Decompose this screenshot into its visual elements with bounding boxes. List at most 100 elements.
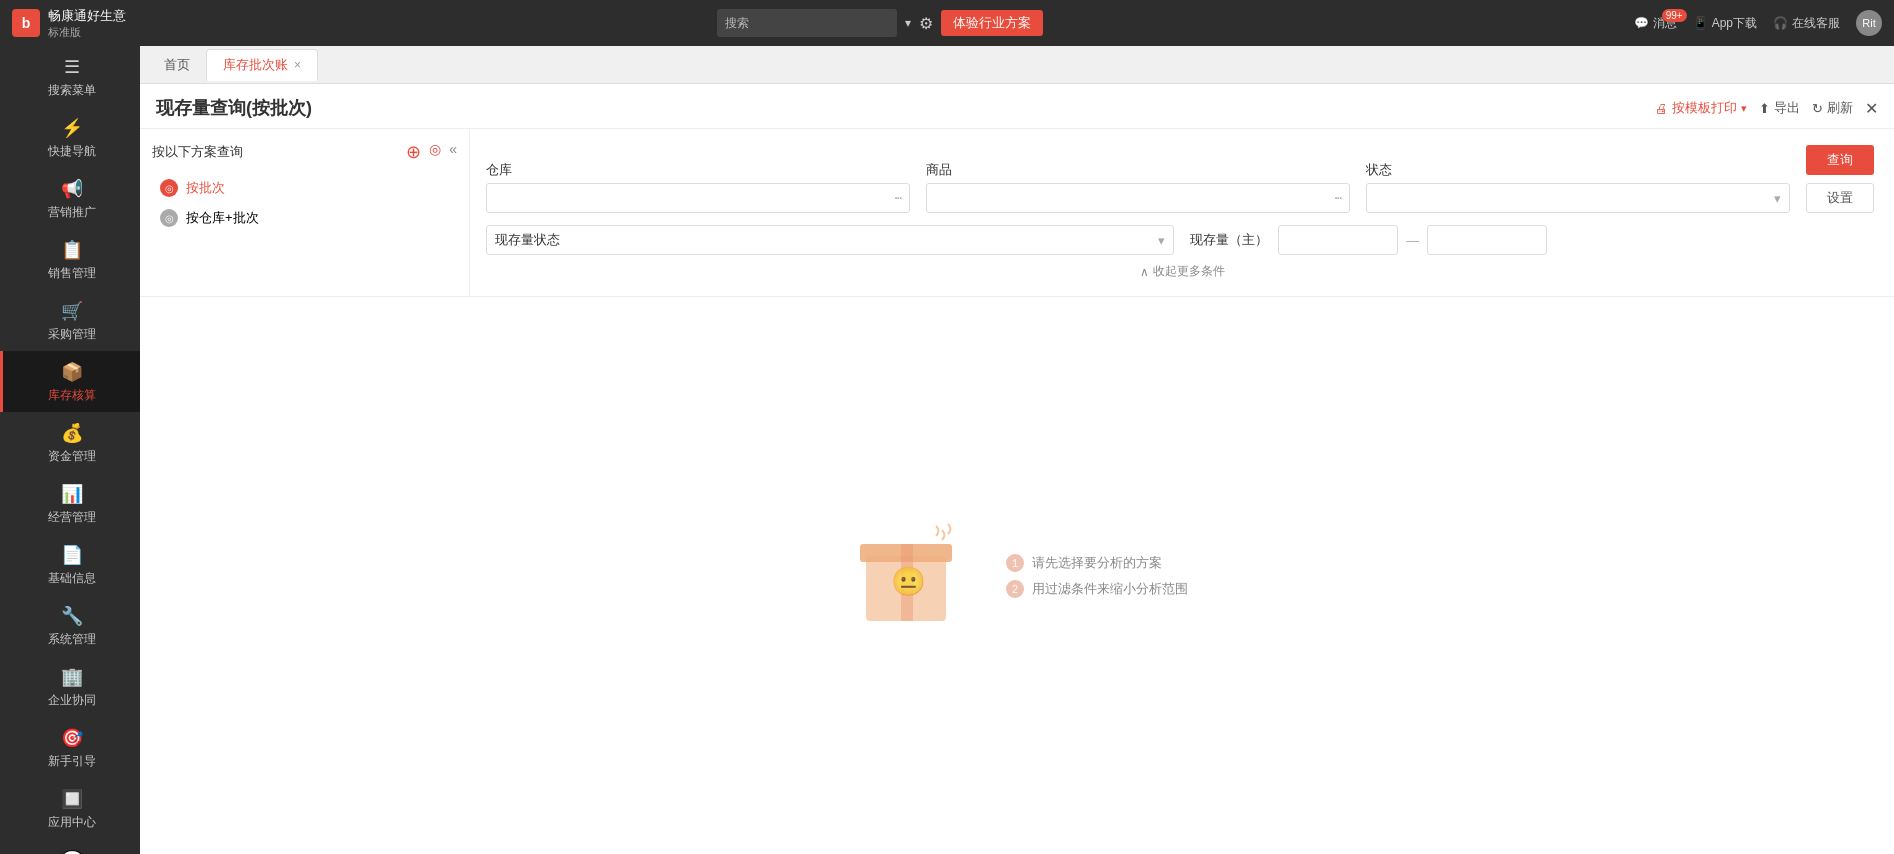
- sidebar-item-system[interactable]: 🔧 系统管理: [0, 595, 140, 656]
- basic-icon: 📄: [61, 544, 83, 566]
- stock-status-arrow: ▾: [1158, 233, 1165, 248]
- dropdown-icon[interactable]: ▾: [905, 16, 911, 30]
- purchase-icon: 🛒: [61, 300, 83, 322]
- finance-icon: 💰: [61, 422, 83, 444]
- sidebar-item-apps[interactable]: 🔲 应用中心: [0, 778, 140, 839]
- marketing-icon: 📢: [61, 178, 83, 200]
- empty-illustration: 😐: [846, 516, 966, 636]
- quick-nav-icon: ⚡: [61, 117, 83, 139]
- app-logo: b: [12, 9, 40, 37]
- filter-buttons: 查询 设置: [1806, 145, 1878, 213]
- status-dropdown-icon: ▾: [1774, 191, 1781, 206]
- page-title: 现存量查询(按批次): [156, 96, 312, 120]
- sidebar-item-finance[interactable]: 💰 资金管理: [0, 412, 140, 473]
- export-icon: ⬆: [1759, 101, 1770, 116]
- empty-text: 1 请先选择要分析的方案 2 用过滤条件来缩小分析范围: [1006, 554, 1188, 598]
- refresh-button[interactable]: ↻ 刷新: [1812, 99, 1853, 117]
- topbar-right: 💬 消息 99+ 📱 App下载 🎧 在线客服 Rit: [1634, 10, 1882, 36]
- sidebar-item-wechat[interactable]: 💬 企业微信: [0, 839, 140, 854]
- service-button[interactable]: 🎧 在线客服: [1773, 15, 1840, 32]
- tab-bar: 首页 库存批次账 ×: [140, 46, 1894, 84]
- page-header: 现存量查询(按批次) 🖨 按模板打印 ▾ ⬆ 导出 ↻ 刷新: [140, 84, 1894, 129]
- main-layout: ☰ 搜索菜单 ⚡ 快捷导航 📢 营销推广 📋 销售管理 🛒 采购管理 📦 库存核…: [0, 46, 1894, 854]
- filter-collapse-icon[interactable]: «: [449, 141, 457, 163]
- sidebar-item-inventory[interactable]: 📦 库存核算: [0, 351, 140, 412]
- empty-svg: 😐: [846, 516, 966, 636]
- search-menu-icon: ☰: [64, 56, 80, 78]
- sidebar-item-basic[interactable]: 📄 基础信息: [0, 534, 140, 595]
- gear-icon[interactable]: ⚙: [919, 14, 933, 33]
- export-button[interactable]: ⬆ 导出: [1759, 99, 1800, 117]
- stock-qty-dash: —: [1406, 233, 1419, 248]
- stock-qty-max-input[interactable]: [1427, 225, 1547, 255]
- stock-status-select[interactable]: 现存量状态 ▾: [486, 225, 1174, 255]
- sidebar-item-marketing[interactable]: 📢 营销推广: [0, 168, 140, 229]
- query-button[interactable]: 查询: [1806, 145, 1874, 175]
- stock-qty-row: 现存量（主） —: [1190, 225, 1878, 255]
- wechat-icon: 💬: [61, 849, 83, 854]
- topbar-center: 搜索 ▾ ⚙ 体验行业方案: [717, 9, 1043, 37]
- filter-add-icon[interactable]: ⊕: [406, 141, 421, 163]
- newuser-icon: 🎯: [61, 727, 83, 749]
- warehouse-field: 仓库 ···: [486, 161, 910, 213]
- sidebar-item-operations[interactable]: 📊 经营管理: [0, 473, 140, 534]
- sidebar: ☰ 搜索菜单 ⚡ 快捷导航 📢 营销推广 📋 销售管理 🛒 采购管理 📦 库存核…: [0, 46, 140, 854]
- print-dropdown-icon[interactable]: ▾: [1741, 102, 1747, 115]
- app-title: 畅康通好生意: [48, 7, 126, 25]
- topbar: b 畅康通好生意 标准版 搜索 ▾ ⚙ 体验行业方案 💬 消息 99+ 📱 Ap…: [0, 0, 1894, 46]
- headset-icon: 🎧: [1773, 16, 1788, 30]
- content-area: 现存量查询(按批次) 🖨 按模板打印 ▾ ⬆ 导出 ↻ 刷新: [140, 84, 1894, 854]
- print-button[interactable]: 🖨 按模板打印 ▾: [1655, 99, 1747, 117]
- status-select[interactable]: ▾: [1366, 183, 1790, 213]
- sidebar-item-sales[interactable]: 📋 销售管理: [0, 229, 140, 290]
- collapse-more-button[interactable]: ∧ 收起更多条件: [486, 263, 1878, 280]
- tab-home[interactable]: 首页: [148, 50, 206, 80]
- phone-icon: 📱: [1693, 16, 1708, 30]
- message-icon: 💬: [1634, 16, 1649, 30]
- inventory-icon: 📦: [61, 361, 83, 383]
- stock-qty-field: 现存量（主） —: [1190, 225, 1878, 255]
- tab-close-icon[interactable]: ×: [294, 58, 301, 72]
- user-avatar[interactable]: Rit: [1856, 10, 1882, 36]
- message-button[interactable]: 💬 消息 99+: [1634, 15, 1677, 32]
- search-bar[interactable]: 搜索: [717, 9, 897, 37]
- enterprise-icon: 🏢: [61, 666, 83, 688]
- filter-right: 仓库 ··· 商品 ···: [470, 129, 1894, 296]
- sidebar-item-search[interactable]: ☰ 搜索菜单: [0, 46, 140, 107]
- topbar-left: b 畅康通好生意 标准版: [12, 7, 126, 40]
- tab-batch-account[interactable]: 库存批次账 ×: [206, 49, 318, 81]
- filter-section: 按以下方案查询 ⊕ ◎ « ◎ 按批次 ◎ 按仓库+批次: [140, 129, 1894, 297]
- goods-input[interactable]: ···: [926, 183, 1350, 213]
- stock-status-field: 现存量状态 ▾: [486, 225, 1174, 255]
- status-field: 状态 ▾: [1366, 161, 1790, 213]
- page-actions: 🖨 按模板打印 ▾ ⬆ 导出 ↻ 刷新 ✕: [1655, 99, 1878, 118]
- close-button[interactable]: ✕: [1865, 99, 1878, 118]
- right-panel: 首页 库存批次账 × 现存量查询(按批次) 🖨 按模板打印 ▾ ⬆: [140, 46, 1894, 854]
- filter-option-warehouse-batch[interactable]: ◎ 按仓库+批次: [152, 203, 457, 233]
- empty-hint-1: 1 请先选择要分析的方案: [1006, 554, 1188, 572]
- sidebar-item-quick-nav[interactable]: ⚡ 快捷导航: [0, 107, 140, 168]
- filter-left-header: 按以下方案查询 ⊕ ◎ «: [152, 141, 457, 163]
- system-icon: 🔧: [61, 605, 83, 627]
- sidebar-item-purchase[interactable]: 🛒 采购管理: [0, 290, 140, 351]
- filter-option-batch-icon: ◎: [160, 179, 178, 197]
- app-download-button[interactable]: 📱 App下载: [1693, 15, 1757, 32]
- industry-button[interactable]: 体验行业方案: [941, 10, 1043, 36]
- filter-left-actions: ⊕ ◎ «: [406, 141, 457, 163]
- stock-qty-min-input[interactable]: [1278, 225, 1398, 255]
- warehouse-input[interactable]: ···: [486, 183, 910, 213]
- empty-hint-2: 2 用过滤条件来缩小分析范围: [1006, 580, 1188, 598]
- settings-button[interactable]: 设置: [1806, 183, 1874, 213]
- filter-option-batch[interactable]: ◎ 按批次: [152, 173, 457, 203]
- filter-settings-icon[interactable]: ◎: [429, 141, 441, 163]
- filter-row-1: 仓库 ··· 商品 ···: [486, 145, 1878, 213]
- sales-icon: 📋: [61, 239, 83, 261]
- apps-icon: 🔲: [61, 788, 83, 810]
- goods-dots: ···: [1334, 189, 1341, 207]
- sidebar-item-enterprise[interactable]: 🏢 企业协同: [0, 656, 140, 717]
- filter-left-title: 按以下方案查询: [152, 143, 243, 161]
- avatar: Rit: [1856, 10, 1882, 36]
- sidebar-item-newuser[interactable]: 🎯 新手引导: [0, 717, 140, 778]
- printer-icon: 🖨: [1655, 101, 1668, 116]
- app-subtitle: 标准版: [48, 25, 126, 40]
